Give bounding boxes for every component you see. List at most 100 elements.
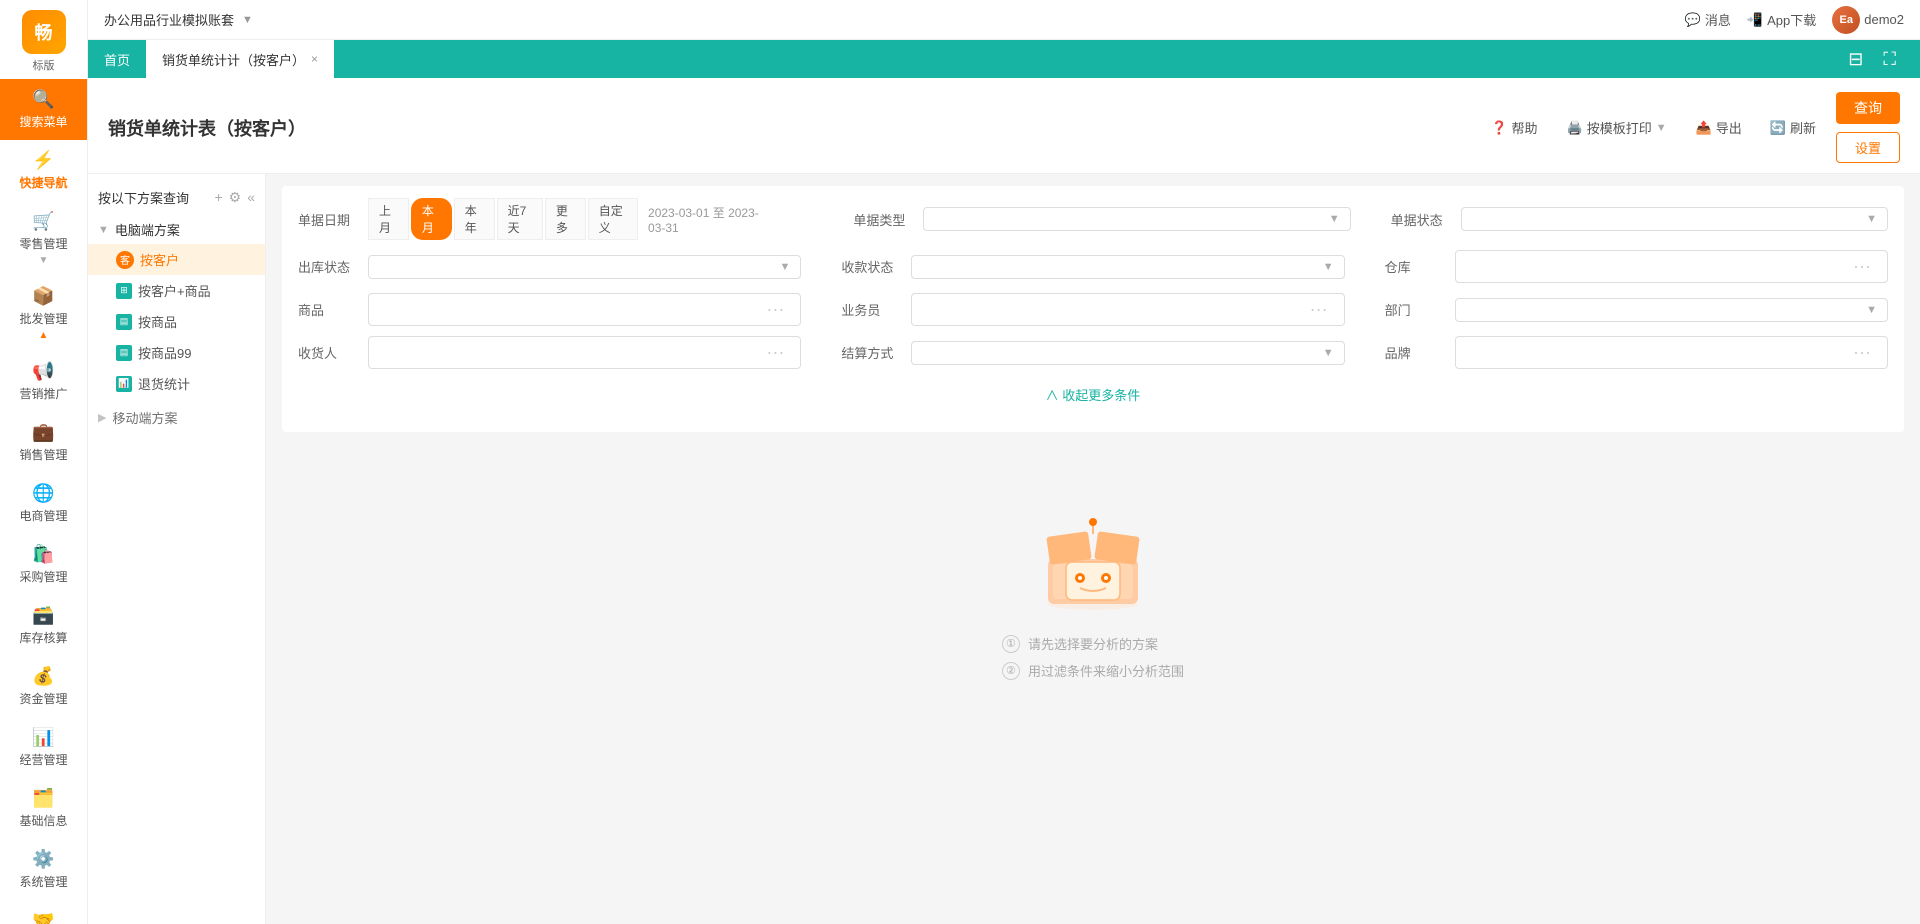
username-label: demo2 <box>1864 12 1904 27</box>
product-more-icon[interactable]: ··· <box>766 299 784 320</box>
filter-row-1: 单据日期 上月 本月 本年 近7天 更多 自定义 2023-03-01 至 20… <box>298 198 1888 240</box>
help-icon: ❓ <box>1491 120 1507 136</box>
tab-expand-icon[interactable]: ⛶ <box>1883 49 1908 70</box>
date-tab-thisyear[interactable]: 本年 <box>454 198 495 240</box>
outstatus-select[interactable]: ▼ <box>368 255 801 279</box>
sidebar-item-system[interactable]: ⚙️ 系统管理 <box>0 839 87 900</box>
refresh-button[interactable]: 🔄 刷新 <box>1762 114 1824 141</box>
tree-item-customer[interactable]: 客 按客户 <box>88 244 265 275</box>
tab-sales-stats[interactable]: 销货单统计计（按客户） × <box>146 40 334 78</box>
add-scheme-icon[interactable]: + <box>214 189 222 206</box>
payment-select[interactable]: ▼ <box>911 341 1344 365</box>
query-button[interactable]: 查询 <box>1836 92 1900 124</box>
sidebar-item-base[interactable]: 🗂️ 基础信息 <box>0 778 87 839</box>
tree-mobile-header[interactable]: ▶ 移动端方案 <box>88 403 265 432</box>
brand-more-icon[interactable]: ··· <box>1853 342 1871 363</box>
empty-illustration <box>1028 504 1158 614</box>
print-dropdown-icon[interactable]: ▼ <box>1656 122 1667 134</box>
warehouse-more-icon[interactable]: ··· <box>1853 256 1871 277</box>
date-tab-lastmonth[interactable]: 上月 <box>368 198 409 240</box>
sidebar-item-label: 采购管理 <box>19 568 67 585</box>
download-icon: 📲 <box>1747 12 1763 28</box>
user-avatar-area[interactable]: Ea demo2 <box>1832 6 1904 34</box>
sidebar-item-label: 资金管理 <box>19 690 67 707</box>
help-button[interactable]: ❓ 帮助 <box>1483 114 1545 141</box>
empty-hint-1: ① 请先选择要分析的方案 <box>1002 634 1184 653</box>
left-panel-title: 按以下方案查询 <box>98 188 189 207</box>
empty-state-svg <box>1028 504 1158 614</box>
export-button[interactable]: 📤 导出 <box>1688 114 1750 141</box>
inventory-icon: 🗃️ <box>32 605 54 626</box>
staff-label: 业务员 <box>841 300 911 319</box>
sidebar-item-retail[interactable]: 🛒 零售管理 ▼ <box>0 201 87 276</box>
dept-select[interactable]: ▼ <box>1455 298 1888 322</box>
date-range-display: 2023-03-01 至 2023-03-31 <box>648 204 773 235</box>
sidebar-item-finance[interactable]: 💰 资金管理 <box>0 656 87 717</box>
sidebar-item-ecommerce[interactable]: 🌐 电商管理 <box>0 473 87 534</box>
staff-more-icon[interactable]: ··· <box>1310 299 1328 320</box>
tree-desktop-header[interactable]: ▼ 电脑端方案 <box>88 215 265 244</box>
sidebar-item-label: 快捷导航 <box>19 174 67 191</box>
sidebar-item-quicknav[interactable]: ⚡ 快捷导航 <box>0 140 87 201</box>
sales-icon: 💼 <box>32 422 54 443</box>
tree-item-label: 按商品 <box>138 312 177 331</box>
app-download-button[interactable]: 📲 App下载 <box>1747 10 1816 29</box>
tree-item-return-stats[interactable]: 📊 退货统计 <box>88 368 265 399</box>
collapse-panel-icon[interactable]: « <box>247 189 255 206</box>
tree-item-product[interactable]: ▤ 按商品 <box>88 306 265 337</box>
sidebar-item-operation[interactable]: 📊 经营管理 <box>0 717 87 778</box>
sidebar-item-label: 销售管理 <box>19 446 67 463</box>
date-tab-more[interactable]: 更多 <box>545 198 586 240</box>
tree-item-customer-product[interactable]: ⊞ 按客户+商品 <box>88 275 265 306</box>
quicknav-icon: ⚡ <box>32 150 54 171</box>
warehouse-label: 仓库 <box>1385 257 1455 276</box>
logo-icon: 畅 <box>22 10 66 54</box>
tree-item-label: 按商品99 <box>138 343 191 362</box>
collectstatus-arrow-icon: ▼ <box>1323 261 1334 273</box>
hint-num-1: ① <box>1002 635 1020 653</box>
date-tab-thismonth[interactable]: 本月 <box>411 198 452 240</box>
wholesale-icon: 📦 <box>32 286 54 307</box>
title-dropdown-icon[interactable]: ▼ <box>242 14 253 26</box>
receiver-more-icon[interactable]: ··· <box>766 342 784 363</box>
doctype-select[interactable]: ▼ <box>923 207 1350 231</box>
tab-home[interactable]: 首页 <box>88 40 146 78</box>
product-label: 商品 <box>298 300 368 319</box>
tab-minimize-icon[interactable]: ⊟ <box>1848 49 1875 70</box>
sidebar-item-cooperation[interactable]: 🤝 企业协同 <box>0 900 87 924</box>
customer-product-icon: ⊞ <box>116 283 132 299</box>
collectstatus-select[interactable]: ▼ <box>911 255 1344 279</box>
tab-close-icon[interactable]: × <box>311 52 318 66</box>
collectstatus-label: 收款状态 <box>841 257 911 276</box>
top-bar-right: 💬 消息 📲 App下载 Ea demo2 <box>1685 6 1904 34</box>
sidebar-item-label: 批发管理 <box>19 310 67 327</box>
print-button[interactable]: 🖨️ 按模板打印 ▼ <box>1558 113 1676 142</box>
collapse-filter-button[interactable]: ∧ 收起更多条件 <box>298 379 1888 410</box>
receiver-select[interactable]: ··· <box>368 336 801 369</box>
sidebar-item-wholesale[interactable]: 📦 批发管理 ▲ <box>0 276 87 351</box>
date-tab-7days[interactable]: 近7天 <box>497 198 543 240</box>
tab-sales-label: 销货单统计计（按客户） <box>162 50 305 69</box>
outstatus-label: 出库状态 <box>298 257 368 276</box>
setting-button[interactable]: 设置 <box>1836 132 1900 163</box>
warehouse-select[interactable]: ··· <box>1455 250 1888 283</box>
left-panel-header: 按以下方案查询 + ⚙ « <box>88 184 265 215</box>
logo-area: 畅 标版 <box>0 0 87 79</box>
sidebar-item-marketing[interactable]: 📢 营销推广 <box>0 351 87 412</box>
tree-item-label: 退货统计 <box>138 374 190 393</box>
sidebar-item-search[interactable]: 🔍 搜索菜单 <box>0 79 87 140</box>
tree-item-label: 按客户+商品 <box>138 281 211 300</box>
docstatus-select[interactable]: ▼ <box>1461 207 1888 231</box>
sidebar-item-inventory[interactable]: 🗃️ 库存核算 <box>0 595 87 656</box>
sidebar-item-sales[interactable]: 💼 销售管理 <box>0 412 87 473</box>
dept-label: 部门 <box>1385 300 1455 319</box>
staff-select[interactable]: ··· <box>911 293 1344 326</box>
date-tab-custom[interactable]: 自定义 <box>588 198 638 240</box>
outstatus-arrow-icon: ▼ <box>779 261 790 273</box>
message-button[interactable]: 💬 消息 <box>1685 10 1731 29</box>
product-select[interactable]: ··· <box>368 293 801 326</box>
tree-item-product99[interactable]: ▤ 按商品99 <box>88 337 265 368</box>
sidebar-item-purchase[interactable]: 🛍️ 采购管理 <box>0 534 87 595</box>
brand-select[interactable]: ··· <box>1455 336 1888 369</box>
settings-scheme-icon[interactable]: ⚙ <box>229 189 242 206</box>
